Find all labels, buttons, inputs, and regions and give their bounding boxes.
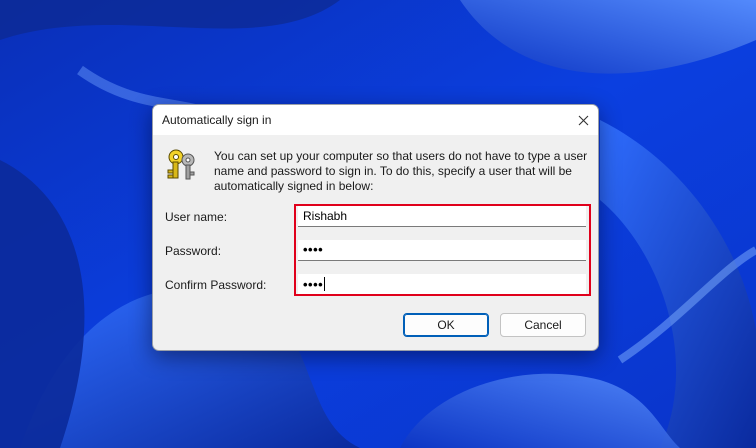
password-label: Password: bbox=[165, 244, 222, 258]
confirm-password-value: •••• bbox=[303, 277, 324, 292]
confirm-password-field[interactable]: •••• bbox=[298, 274, 586, 295]
close-button[interactable] bbox=[570, 107, 596, 133]
dialog-description: You can set up your computer so that use… bbox=[214, 149, 588, 193]
cancel-button[interactable]: Cancel bbox=[500, 313, 586, 337]
username-field[interactable]: Rishabh bbox=[298, 206, 586, 227]
username-label: User name: bbox=[165, 210, 228, 224]
text-caret bbox=[324, 277, 326, 291]
password-field[interactable]: •••• bbox=[298, 240, 586, 261]
ok-button[interactable]: OK bbox=[403, 313, 489, 337]
close-icon bbox=[578, 115, 588, 125]
confirm-password-label: Confirm Password: bbox=[165, 278, 267, 292]
title-bar[interactable]: Automatically sign in bbox=[153, 105, 598, 135]
username-value: Rishabh bbox=[303, 209, 348, 223]
password-value: •••• bbox=[303, 242, 324, 257]
keys-icon bbox=[167, 149, 195, 180]
dialog-title: Automatically sign in bbox=[162, 113, 272, 127]
auto-sign-in-dialog: Automatically sign in You can set up you… bbox=[152, 104, 599, 351]
